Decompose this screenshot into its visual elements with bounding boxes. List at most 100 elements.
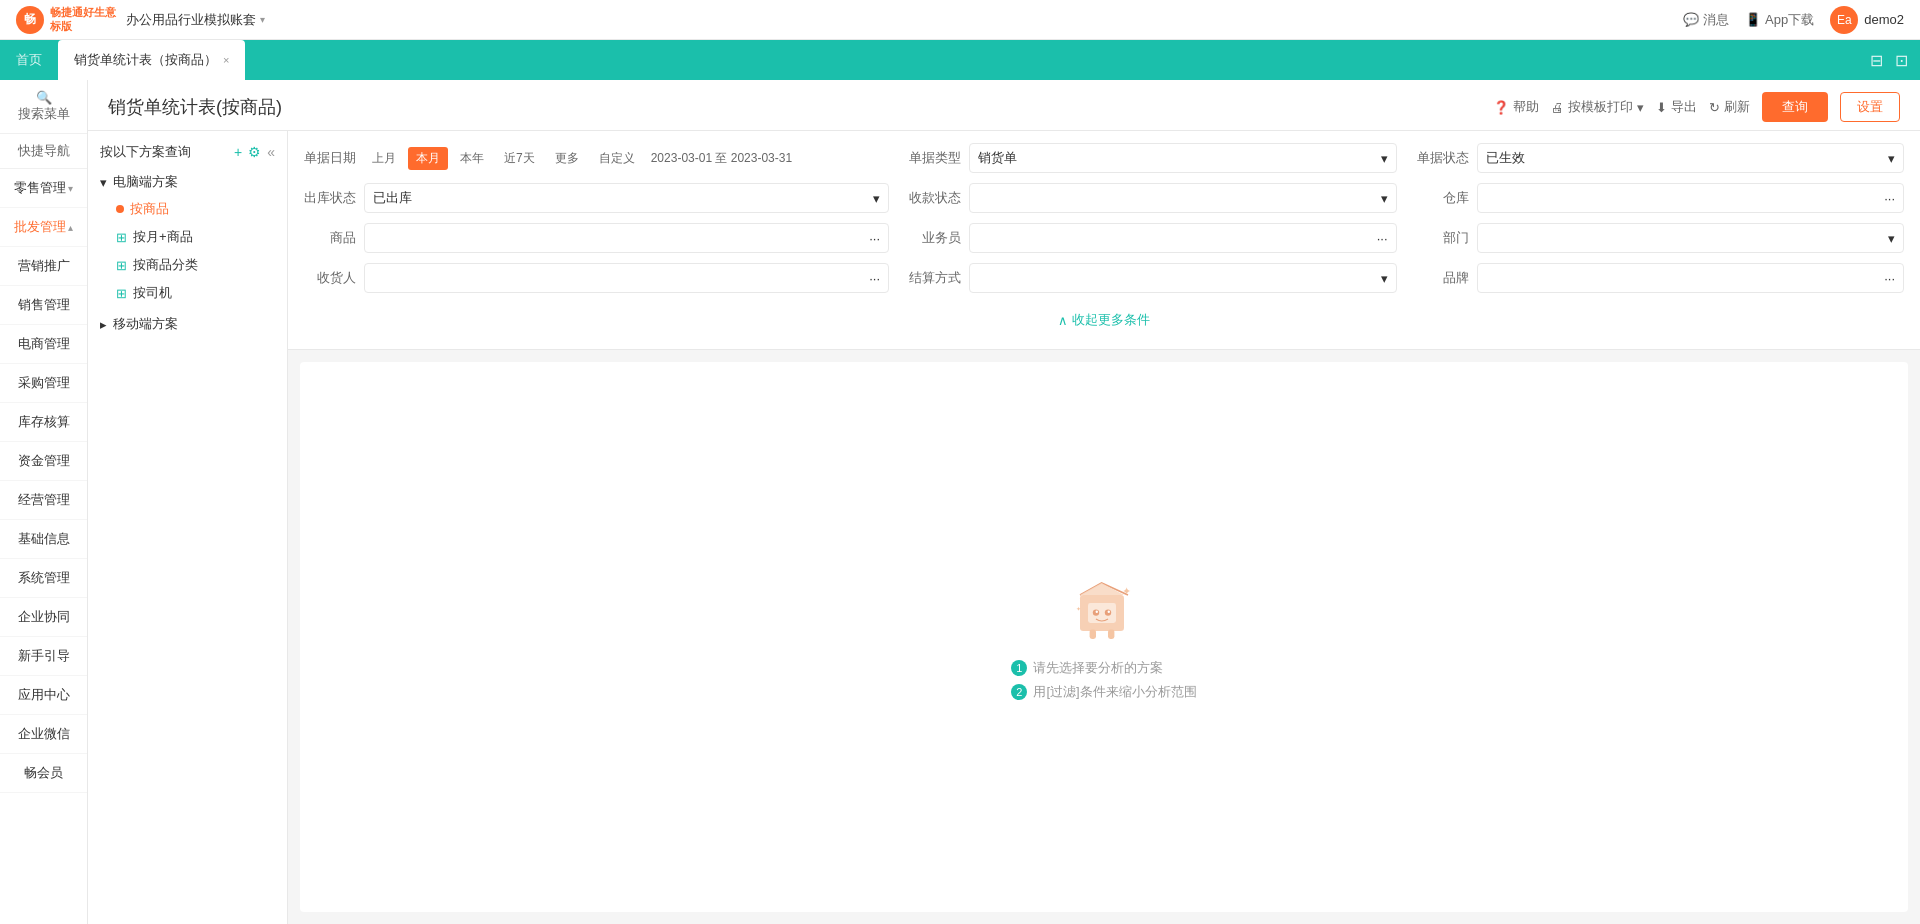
sidebar-item-newbie[interactable]: 新手引导 [0,637,87,676]
svg-text:✦: ✦ [1122,585,1131,597]
date-tab-this-month[interactable]: 本月 [408,147,448,170]
enterprise-label: 企业协同 [18,608,70,626]
query-button[interactable]: 查询 [1762,92,1828,122]
warehouse-label: 仓库 [1417,189,1477,207]
tab-active[interactable]: 销货单统计表（按商品） × [58,40,245,80]
message-button[interactable]: 💬 消息 [1683,11,1729,29]
receiver-select[interactable]: ··· [364,263,889,293]
sidebar-item-system[interactable]: 系统管理 [0,559,87,598]
workspace-arrow-icon: ▾ [260,14,265,25]
type-label: 单据类型 [909,149,969,167]
warehouse-field: 仓库 ··· [1417,183,1905,213]
refresh-label: 刷新 [1724,98,1750,116]
settings-scheme-icon[interactable]: ⚙ [248,144,261,160]
scheme-item-by-driver[interactable]: ⊞ 按司机 [88,279,287,307]
sidebar-item-sales[interactable]: 销售管理 [0,286,87,325]
out-status-select[interactable]: 已出库 ▾ [364,183,889,213]
salesman-label: 业务员 [909,229,969,247]
tab-close-icon[interactable]: × [223,54,229,66]
help-label: 帮助 [1513,98,1539,116]
date-tab-7days[interactable]: 近7天 [496,147,543,170]
goods-more-icon: ··· [869,231,880,246]
type-dropdown-icon: ▾ [1381,151,1388,166]
sidebar-item-inventory[interactable]: 库存核算 [0,403,87,442]
top-bar-left: 畅 畅捷通好生意 标版 办公用品行业模拟账套 ▾ [16,6,265,34]
export-button[interactable]: ⬇ 导出 [1656,98,1697,116]
department-select[interactable]: ▾ [1477,223,1905,253]
sidebar-item-marketing[interactable]: 营销推广 [0,247,87,286]
add-scheme-icon[interactable]: + [234,144,242,160]
sidebar-item-retail[interactable]: 零售管理 ▾ [0,169,87,208]
logo-text: 畅捷通好生意 标版 [50,6,116,32]
goods-label: 商品 [304,229,364,247]
tab-maximize-icon[interactable]: ⊡ [1895,51,1908,70]
date-tab-custom[interactable]: 自定义 [591,147,643,170]
brand-select[interactable]: ··· [1477,263,1905,293]
basic-info-label: 基础信息 [18,530,70,548]
sidebar-item-finance[interactable]: 资金管理 [0,442,87,481]
payment-status-select[interactable]: ▾ [969,183,1397,213]
settlement-field: 结算方式 ▾ [909,263,1397,293]
sidebar-item-purchase[interactable]: 采购管理 [0,364,87,403]
print-label: 按模板打印 [1568,98,1633,116]
status-value: 已生效 [1486,149,1525,167]
refresh-button[interactable]: ↻ 刷新 [1709,98,1750,116]
type-select[interactable]: 销货单 ▾ [969,143,1397,173]
scheme-active-dot [116,205,124,213]
tab-minimize-icon[interactable]: ⊟ [1870,51,1883,70]
salesman-select[interactable]: ··· [969,223,1397,253]
scheme-by-month-goods-label: 按月+商品 [133,228,193,246]
out-status-field: 出库状态 已出库 ▾ [304,183,889,213]
payment-status-field: 收款状态 ▾ [909,183,1397,213]
sidebar-search-label: 搜索菜单 [8,105,79,123]
scheme-by-category-label: 按商品分类 [133,256,198,274]
app-download-icon: 📱 [1745,12,1761,27]
sidebar-item-member[interactable]: 畅会员 [0,754,87,793]
collapse-scheme-icon[interactable]: « [267,144,275,160]
logo-area: 畅 畅捷通好生意 标版 [16,6,116,34]
member-label: 畅会员 [24,764,63,782]
scheme-item-by-month-goods[interactable]: ⊞ 按月+商品 [88,223,287,251]
logo-icon: 畅 [16,6,44,34]
collapse-filter-button[interactable]: ∧ 收起更多条件 [304,303,1904,337]
sidebar-search[interactable]: 🔍 搜索菜单 [0,80,87,134]
sidebar-item-wechat[interactable]: 企业微信 [0,715,87,754]
page-header: 销货单统计表(按商品) ❓ 帮助 🖨 按模板打印 ▾ ⬇ 导出 ↻ 刷新 [88,80,1920,131]
top-bar-right: 💬 消息 📱 App下载 Ea demo2 [1683,6,1904,34]
sidebar-item-wholesale[interactable]: 批发管理 ▴ [0,208,87,247]
date-tab-more[interactable]: 更多 [547,147,587,170]
sidebar-item-ecommerce[interactable]: 电商管理 [0,325,87,364]
workspace-selector[interactable]: 办公用品行业模拟账套 ▾ [126,11,265,29]
receiver-field: 收货人 ··· [304,263,889,293]
print-arrow-icon: ▾ [1637,100,1644,115]
goods-select[interactable]: ··· [364,223,889,253]
settlement-select[interactable]: ▾ [969,263,1397,293]
app-download-button[interactable]: 📱 App下载 [1745,11,1814,29]
date-tab-this-year[interactable]: 本年 [452,147,492,170]
inventory-label: 库存核算 [18,413,70,431]
sidebar-item-operations[interactable]: 经营管理 [0,481,87,520]
tab-home-label: 首页 [16,51,42,69]
sidebar-item-basic-info[interactable]: 基础信息 [0,520,87,559]
settings-button[interactable]: 设置 [1840,92,1900,122]
sidebar-item-enterprise[interactable]: 企业协同 [0,598,87,637]
print-button[interactable]: 🖨 按模板打印 ▾ [1551,98,1644,116]
date-tab-last-month[interactable]: 上月 [364,147,404,170]
content-area: 销货单统计表(按商品) ❓ 帮助 🖨 按模板打印 ▾ ⬇ 导出 ↻ 刷新 [88,80,1920,924]
help-button[interactable]: ❓ 帮助 [1493,98,1539,116]
pc-scheme-title[interactable]: ▾ 电脑端方案 [88,169,287,195]
scheme-by-driver-label: 按司机 [133,284,172,302]
warehouse-select[interactable]: ··· [1477,183,1905,213]
sidebar-quick-nav[interactable]: 快捷导航 [0,134,87,169]
salesman-field: 业务员 ··· [909,223,1397,253]
empty-tip-2: 2 用[过滤]条件来缩小分析范围 [1011,683,1196,701]
sidebar-item-app-center[interactable]: 应用中心 [0,676,87,715]
status-select[interactable]: 已生效 ▾ [1477,143,1905,173]
mobile-scheme-group[interactable]: ▸ 移动端方案 [88,311,287,337]
tab-home[interactable]: 首页 [0,40,58,80]
date-range-value: 2023-03-01 至 2023-03-31 [651,150,792,167]
user-area[interactable]: Ea demo2 [1830,6,1904,34]
message-label: 消息 [1703,11,1729,29]
scheme-item-by-category[interactable]: ⊞ 按商品分类 [88,251,287,279]
scheme-item-by-goods[interactable]: 按商品 [88,195,287,223]
